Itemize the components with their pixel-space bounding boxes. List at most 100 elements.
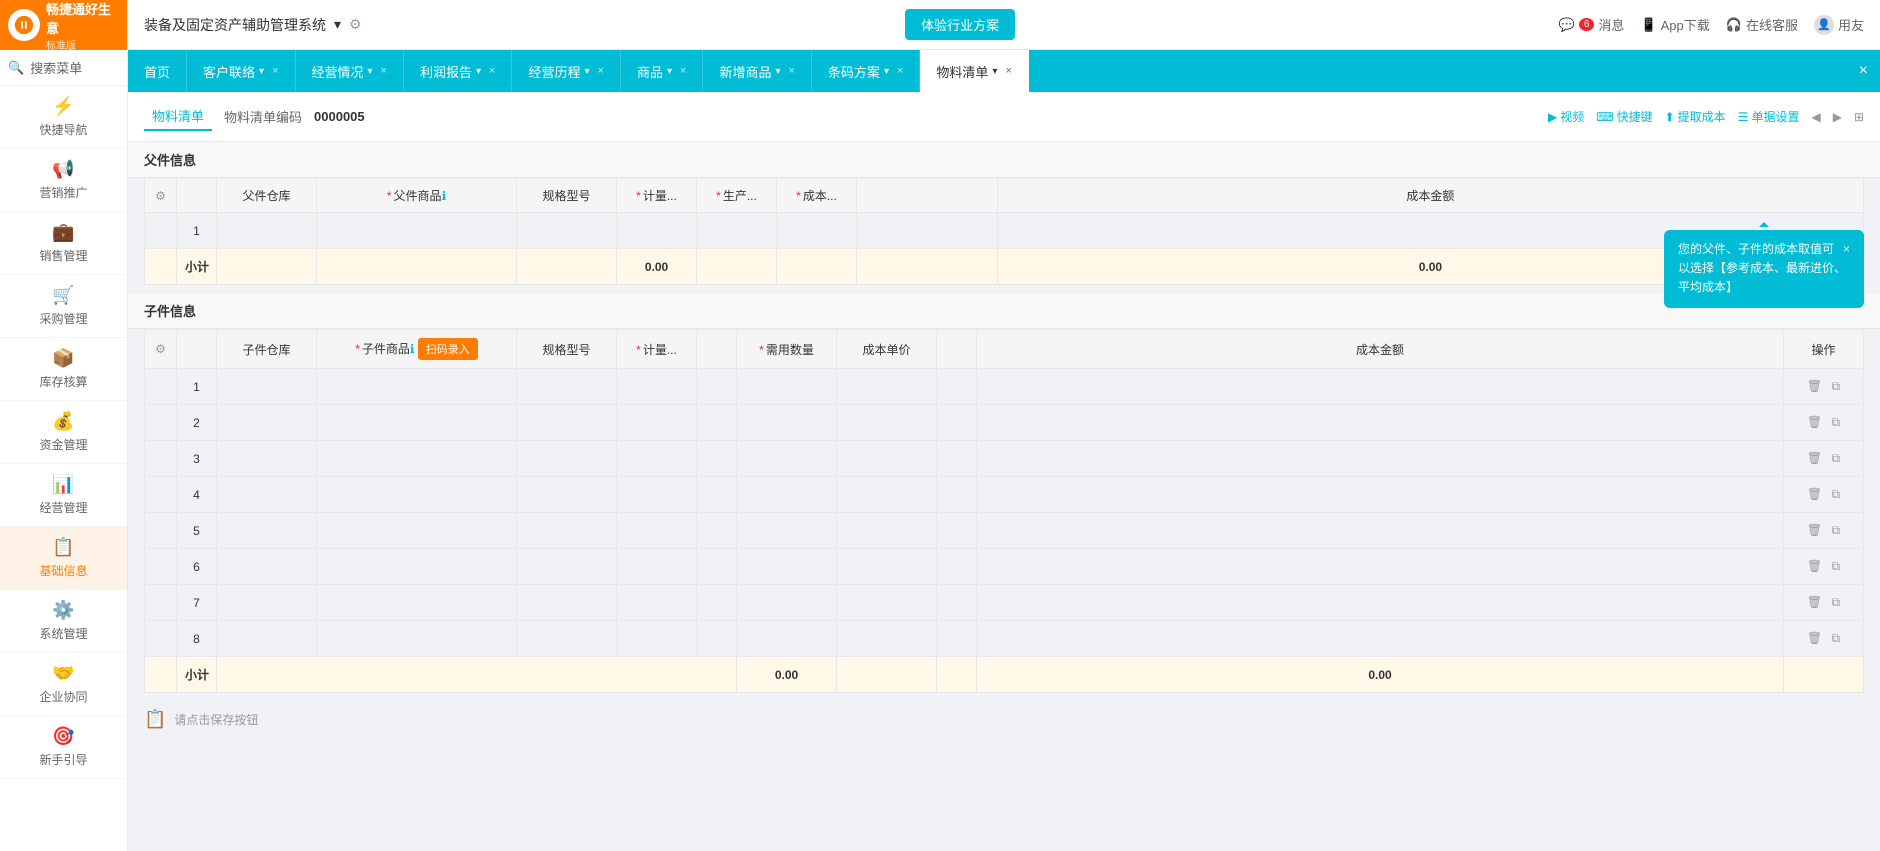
sidebar-item-operations[interactable]: 📊 经营管理 [0,464,127,527]
child-row2-unitprice[interactable] [837,405,937,441]
child-row4-delete-icon[interactable]: 🗑 [1807,487,1822,501]
child-row1-spec[interactable] [517,369,617,405]
child-row4-copy-icon[interactable]: ⧉ [1832,487,1841,501]
parent-row1-spec[interactable] [517,213,617,249]
parent-row1-produce[interactable] [697,213,777,249]
child-row1-product[interactable] [317,369,517,405]
child-row7-unit[interactable] [617,585,697,621]
child-row4-unit[interactable] [617,477,697,513]
child-row6-qty[interactable] [737,549,837,585]
child-row3-copy-icon[interactable]: ⧉ [1832,451,1841,465]
child-settings-icon[interactable]: ⚙ [155,342,166,356]
child-row3-unitprice[interactable] [837,441,937,477]
child-row3-warehouse[interactable] [217,441,317,477]
child-row1-qty[interactable] [737,369,837,405]
tab-home[interactable]: 首页 [128,50,187,92]
trial-button[interactable]: 体验行业方案 [905,9,1015,40]
parent-row1-warehouse[interactable] [217,213,317,249]
tab-newproduct-close[interactable]: × [788,65,794,77]
child-row5-qty[interactable] [737,513,837,549]
child-row4-warehouse[interactable] [217,477,317,513]
app-download-button[interactable]: 📱 App下载 [1640,15,1709,34]
child-row4-spec[interactable] [517,477,617,513]
parent-row1-product[interactable] [317,213,517,249]
child-row2-product[interactable] [317,405,517,441]
child-row4-qty[interactable] [737,477,837,513]
search-menu-item[interactable]: 🔍 搜索菜单 [0,50,127,86]
child-row8-delete-icon[interactable]: 🗑 [1807,631,1822,645]
sidebar-item-inventory[interactable]: 📦 库存核算 [0,338,127,401]
parent-settings-icon[interactable]: ⚙ [155,189,166,203]
child-row6-spec[interactable] [517,549,617,585]
tab-history-close[interactable]: × [598,65,604,77]
sidebar-item-guide[interactable]: 🎯 新手引导 [0,716,127,779]
child-row8-unitprice[interactable] [837,621,937,657]
tab-bom[interactable]: 物料清单 ▾ × [920,50,1028,92]
sidebar-item-purchase[interactable]: 🛒 采购管理 [0,275,127,338]
child-row7-delete-icon[interactable]: 🗑 [1807,595,1822,609]
child-row3-product[interactable] [317,441,517,477]
settings-gear-icon[interactable]: ⚙ [349,16,362,33]
child-row6-copy-icon[interactable]: ⧉ [1832,559,1841,573]
child-row7-warehouse[interactable] [217,585,317,621]
child-row7-qty[interactable] [737,585,837,621]
tab-profit-close[interactable]: × [489,65,495,77]
tab-customer[interactable]: 客户联络 ▾ × [187,50,295,92]
child-row1-warehouse[interactable] [217,369,317,405]
tab-profit[interactable]: 利润报告 ▾ × [404,50,512,92]
parent-row1-cost[interactable] [777,213,857,249]
tab-ops-close[interactable]: × [381,65,387,77]
child-row2-unit[interactable] [617,405,697,441]
child-row6-unit[interactable] [617,549,697,585]
tab-history[interactable]: 经营历程 ▾ × [512,50,620,92]
message-button[interactable]: 💬 6 消息 [1559,15,1625,34]
sidebar-item-collaboration[interactable]: 🤝 企业协同 [0,653,127,716]
dropdown-icon[interactable]: ▾ [334,16,341,33]
child-row7-product[interactable] [317,585,517,621]
sidebar-item-sales[interactable]: 💼 销售管理 [0,212,127,275]
sidebar-item-basic-info[interactable]: 📋 基础信息 [0,527,127,590]
sidebar-item-system[interactable]: ⚙️ 系统管理 [0,590,127,653]
child-row5-warehouse[interactable] [217,513,317,549]
child-row7-spec[interactable] [517,585,617,621]
sidebar-item-quick-nav[interactable]: ⚡ 快捷导航 [0,86,127,149]
child-row5-spec[interactable] [517,513,617,549]
child-row5-product[interactable] [317,513,517,549]
tab-product[interactable]: 商品 ▾ × [621,50,703,92]
child-row1-copy-icon[interactable]: ⧉ [1832,379,1841,393]
child-row8-unit[interactable] [617,621,697,657]
shortcut-btn[interactable]: ⌨ 快捷键 [1596,108,1652,125]
child-row6-unitprice[interactable] [837,549,937,585]
child-row2-copy-icon[interactable]: ⧉ [1832,415,1841,429]
child-row4-product[interactable] [317,477,517,513]
scan-input-btn[interactable]: 扫码录入 [418,338,478,360]
child-row5-unit[interactable] [617,513,697,549]
child-product-info-icon[interactable]: ℹ [410,342,415,356]
child-row2-delete-icon[interactable]: 🗑 [1807,415,1822,429]
tab-operations-status[interactable]: 经营情况 ▾ × [296,50,404,92]
child-row1-delete-icon[interactable]: 🗑 [1807,379,1822,393]
sub-tab-bom[interactable]: 物料清单 [144,102,212,131]
tooltip-close-btn[interactable]: × [1843,240,1850,259]
child-row5-unitprice[interactable] [837,513,937,549]
child-row7-copy-icon[interactable]: ⧉ [1832,595,1841,609]
child-row1-unitprice[interactable] [837,369,937,405]
child-row6-product[interactable] [317,549,517,585]
tab-new-product[interactable]: 新增商品 ▾ × [703,50,811,92]
tab-customer-close[interactable]: × [272,65,278,77]
child-row2-spec[interactable] [517,405,617,441]
user-menu[interactable]: 👤 用友 [1814,15,1864,35]
child-row2-warehouse[interactable] [217,405,317,441]
child-row3-qty[interactable] [737,441,837,477]
nav-expand-btn[interactable]: ⊞ [1854,110,1864,124]
tab-close-all[interactable]: × [1847,62,1880,80]
child-row7-unitprice[interactable] [837,585,937,621]
child-row3-unit[interactable] [617,441,697,477]
extract-cost-btn[interactable]: ⬆ 提取成本 [1665,108,1726,125]
child-row8-copy-icon[interactable]: ⧉ [1832,631,1841,645]
child-row2-qty[interactable] [737,405,837,441]
child-row8-spec[interactable] [517,621,617,657]
child-row3-delete-icon[interactable]: 🗑 [1807,451,1822,465]
child-row4-unitprice[interactable] [837,477,937,513]
sidebar-item-finance[interactable]: 💰 资金管理 [0,401,127,464]
